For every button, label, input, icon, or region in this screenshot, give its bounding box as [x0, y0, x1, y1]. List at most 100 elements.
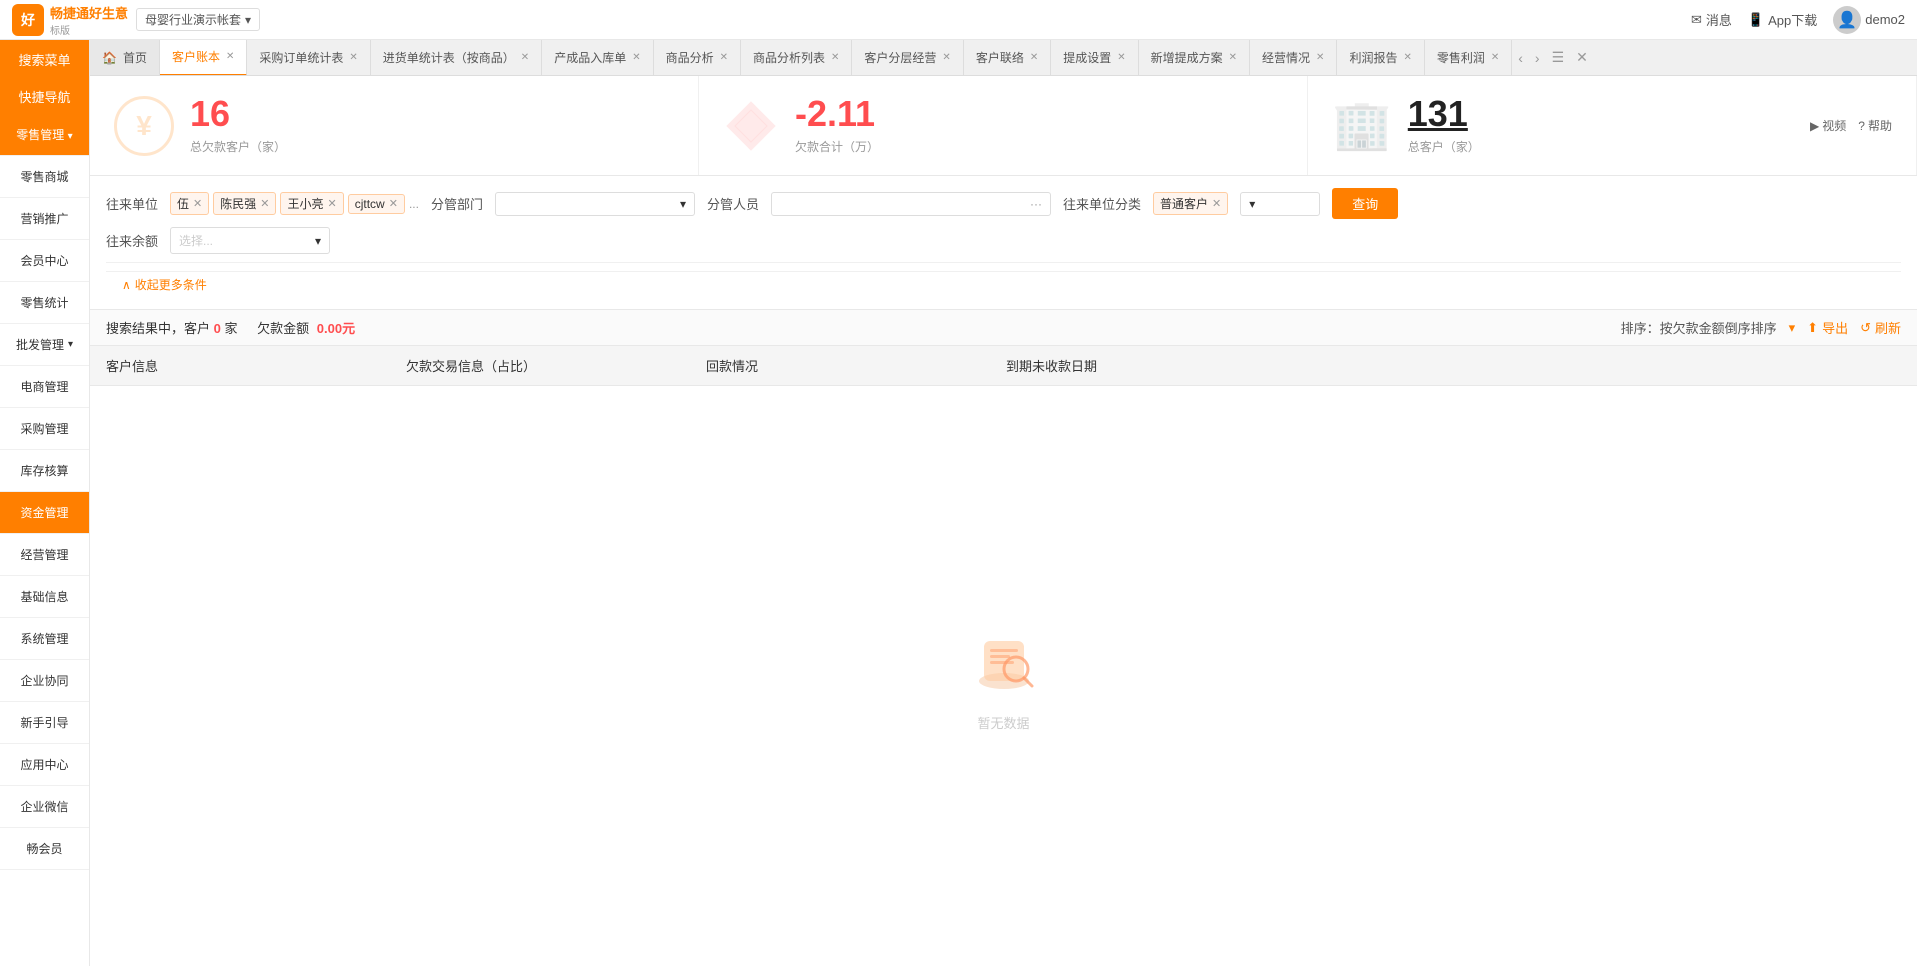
collapse-label: 收起更多条件	[135, 276, 207, 293]
account-name: 母婴行业演示帐套	[145, 11, 241, 28]
tab-close-icon[interactable]: ✕	[1491, 52, 1499, 63]
tab-home[interactable]: 🏠 首页	[90, 40, 160, 76]
result-actions: 排序：按欠款金额倒序排序 ▾ ⬆ 导出 ↺ 刷新	[1621, 318, 1901, 337]
tab-nav-left[interactable]: ‹	[1512, 50, 1529, 66]
sidebar-item-marketing[interactable]: 营销推广	[0, 198, 89, 240]
dept-select[interactable]: ▾	[495, 192, 695, 216]
sidebar-item-guide[interactable]: 新手引导	[0, 702, 89, 744]
user-name: demo2	[1865, 12, 1905, 27]
download-icon: 📱	[1748, 12, 1764, 28]
unit-tag-2[interactable]: 王小亮 ✕	[280, 192, 343, 215]
app-download-btn[interactable]: 📱 App下载	[1748, 10, 1817, 29]
tab-profit-report[interactable]: 利润报告 ✕	[1337, 40, 1424, 76]
tab-close-all[interactable]: ✕	[1570, 49, 1594, 66]
logo-text: 畅捷通好生意 标版	[50, 3, 128, 37]
tag-close-icon[interactable]: ✕	[260, 197, 269, 210]
stat-total-customers-label: 总客户（家）	[1408, 138, 1480, 155]
tab-operation[interactable]: 经营情况 ✕	[1250, 40, 1337, 76]
tab-customer-tier[interactable]: 客户分层经营 ✕	[852, 40, 963, 76]
person-input[interactable]: ···	[771, 192, 1051, 216]
amount-label: 欠款金额	[257, 321, 309, 336]
logo-icon: 好	[12, 4, 44, 36]
unit-class-select[interactable]: ▾	[1240, 192, 1320, 216]
help-btn[interactable]: ? 帮助	[1858, 117, 1892, 134]
tab-close-icon[interactable]: ✕	[1117, 52, 1125, 63]
unit-tag-1[interactable]: 陈民强 ✕	[213, 192, 276, 215]
sidebar-item-inventory[interactable]: 库存核算	[0, 450, 89, 492]
tag-close-icon[interactable]: ✕	[1212, 197, 1221, 210]
tab-menu-btn[interactable]: ☰	[1546, 49, 1571, 66]
tab-customer-book-label: 客户账本	[172, 48, 220, 65]
sidebar-item-finance[interactable]: 资金管理	[0, 492, 89, 534]
table-header: 客户信息 欠款交易信息（占比） 回款情况 到期未收款日期	[90, 346, 1917, 386]
tab-promotion-settings[interactable]: 提成设置 ✕	[1051, 40, 1138, 76]
tab-cost-stock[interactable]: 产成品入库单 ✕	[542, 40, 653, 76]
tab-close-icon[interactable]: ✕	[1229, 52, 1237, 63]
tab-nav-right[interactable]: ›	[1529, 50, 1546, 66]
sidebar-item-retail[interactable]: 零售管理 ▾	[0, 114, 89, 156]
video-help-btn[interactable]: ▶ 视频	[1810, 117, 1846, 134]
sidebar-item-vip[interactable]: 畅会员	[0, 828, 89, 870]
customer-count: 0	[214, 321, 221, 336]
app-label: App下载	[1768, 10, 1817, 29]
header-right: ✉ 消息 📱 App下载 👤 demo2	[1691, 6, 1905, 34]
tab-close-icon[interactable]: ✕	[226, 51, 234, 62]
filter-row-1: 往来单位 伍 ✕ 陈民强 ✕ 王小亮 ✕ cjttcw	[106, 188, 1901, 219]
stat-credit-customers-label: 总欠款客户（家）	[190, 138, 286, 155]
user-btn[interactable]: 👤 demo2	[1833, 6, 1905, 34]
account-dropdown[interactable]: 母婴行业演示帐套 ▾	[136, 8, 260, 31]
tab-new-promotion[interactable]: 新增提成方案 ✕	[1139, 40, 1250, 76]
unit-tag-3[interactable]: cjttcw ✕	[348, 194, 405, 214]
tab-goods-analysis-list[interactable]: 商品分析列表 ✕	[741, 40, 852, 76]
sidebar-item-basic[interactable]: 基础信息	[0, 576, 89, 618]
sidebar-item-purchase[interactable]: 采购管理	[0, 408, 89, 450]
refresh-icon: ↺	[1860, 320, 1871, 336]
collapse-btn[interactable]: ∧ 收起更多条件	[106, 271, 1901, 297]
tab-close-icon[interactable]: ✕	[1316, 52, 1324, 63]
export-btn[interactable]: ⬆ 导出	[1807, 318, 1848, 337]
sidebar-item-wholesale[interactable]: 批发管理 ▾	[0, 324, 89, 366]
refresh-btn[interactable]: ↺ 刷新	[1860, 318, 1901, 337]
balance-select[interactable]: 选择... ▾	[170, 227, 330, 254]
tab-close-icon[interactable]: ✕	[521, 52, 529, 63]
tab-goods-analysis[interactable]: 商品分析 ✕	[654, 40, 741, 76]
sidebar-search[interactable]: 搜索菜单	[0, 40, 89, 79]
help-icon: ?	[1858, 119, 1865, 133]
chevron-down-icon: ▾	[680, 197, 686, 211]
tab-retail-profit[interactable]: 零售利润 ✕	[1425, 40, 1512, 76]
sidebar-item-retail-stat[interactable]: 零售统计	[0, 282, 89, 324]
tab-close-icon[interactable]: ✕	[1403, 52, 1411, 63]
sidebar-item-system[interactable]: 系统管理	[0, 618, 89, 660]
tab-close-icon[interactable]: ✕	[831, 52, 839, 63]
tab-close-icon[interactable]: ✕	[1030, 52, 1038, 63]
search-result-label: 搜索结果中，客户	[106, 321, 210, 336]
sidebar-item-wechat[interactable]: 企业微信	[0, 786, 89, 828]
sidebar-item-operation[interactable]: 经营管理	[0, 534, 89, 576]
unit-tag-0[interactable]: 伍 ✕	[170, 192, 209, 215]
empty-state: 暂无数据	[964, 621, 1044, 732]
tag-close-icon[interactable]: ✕	[193, 197, 202, 210]
tab-close-icon[interactable]: ✕	[349, 52, 357, 63]
sidebar-quick-nav[interactable]: 快捷导航	[0, 79, 89, 114]
sidebar-item-ecom[interactable]: 电商管理	[0, 366, 89, 408]
collapse-icon: ∧	[122, 278, 131, 292]
collapse-row: ∧ 收起更多条件	[106, 262, 1901, 297]
sidebar-item-app-center[interactable]: 应用中心	[0, 744, 89, 786]
tab-purchase-stat[interactable]: 进货单统计表（按商品） ✕	[371, 40, 542, 76]
sidebar-item-enterprise[interactable]: 企业协同	[0, 660, 89, 702]
tab-close-icon[interactable]: ✕	[632, 52, 640, 63]
more-tags-btn[interactable]: ...	[409, 197, 419, 211]
tab-customer-contact[interactable]: 客户联络 ✕	[964, 40, 1051, 76]
tab-close-icon[interactable]: ✕	[720, 52, 728, 63]
message-btn[interactable]: ✉ 消息	[1691, 10, 1732, 29]
unit-class-tag-0[interactable]: 普通客户 ✕	[1153, 192, 1228, 215]
sidebar-item-member[interactable]: 会员中心	[0, 240, 89, 282]
tag-close-icon[interactable]: ✕	[328, 197, 337, 210]
tab-purchase-order[interactable]: 采购订单统计表 ✕	[247, 40, 370, 76]
tab-customer-book[interactable]: 客户账本 ✕	[160, 40, 247, 76]
tab-close-icon[interactable]: ✕	[942, 52, 950, 63]
sidebar-item-retail-mall[interactable]: 零售商城	[0, 156, 89, 198]
unit-tags: 伍 ✕ 陈民强 ✕ 王小亮 ✕ cjttcw ✕ ...	[170, 192, 419, 215]
query-button[interactable]: 查询	[1332, 188, 1398, 219]
tag-close-icon[interactable]: ✕	[389, 197, 398, 210]
